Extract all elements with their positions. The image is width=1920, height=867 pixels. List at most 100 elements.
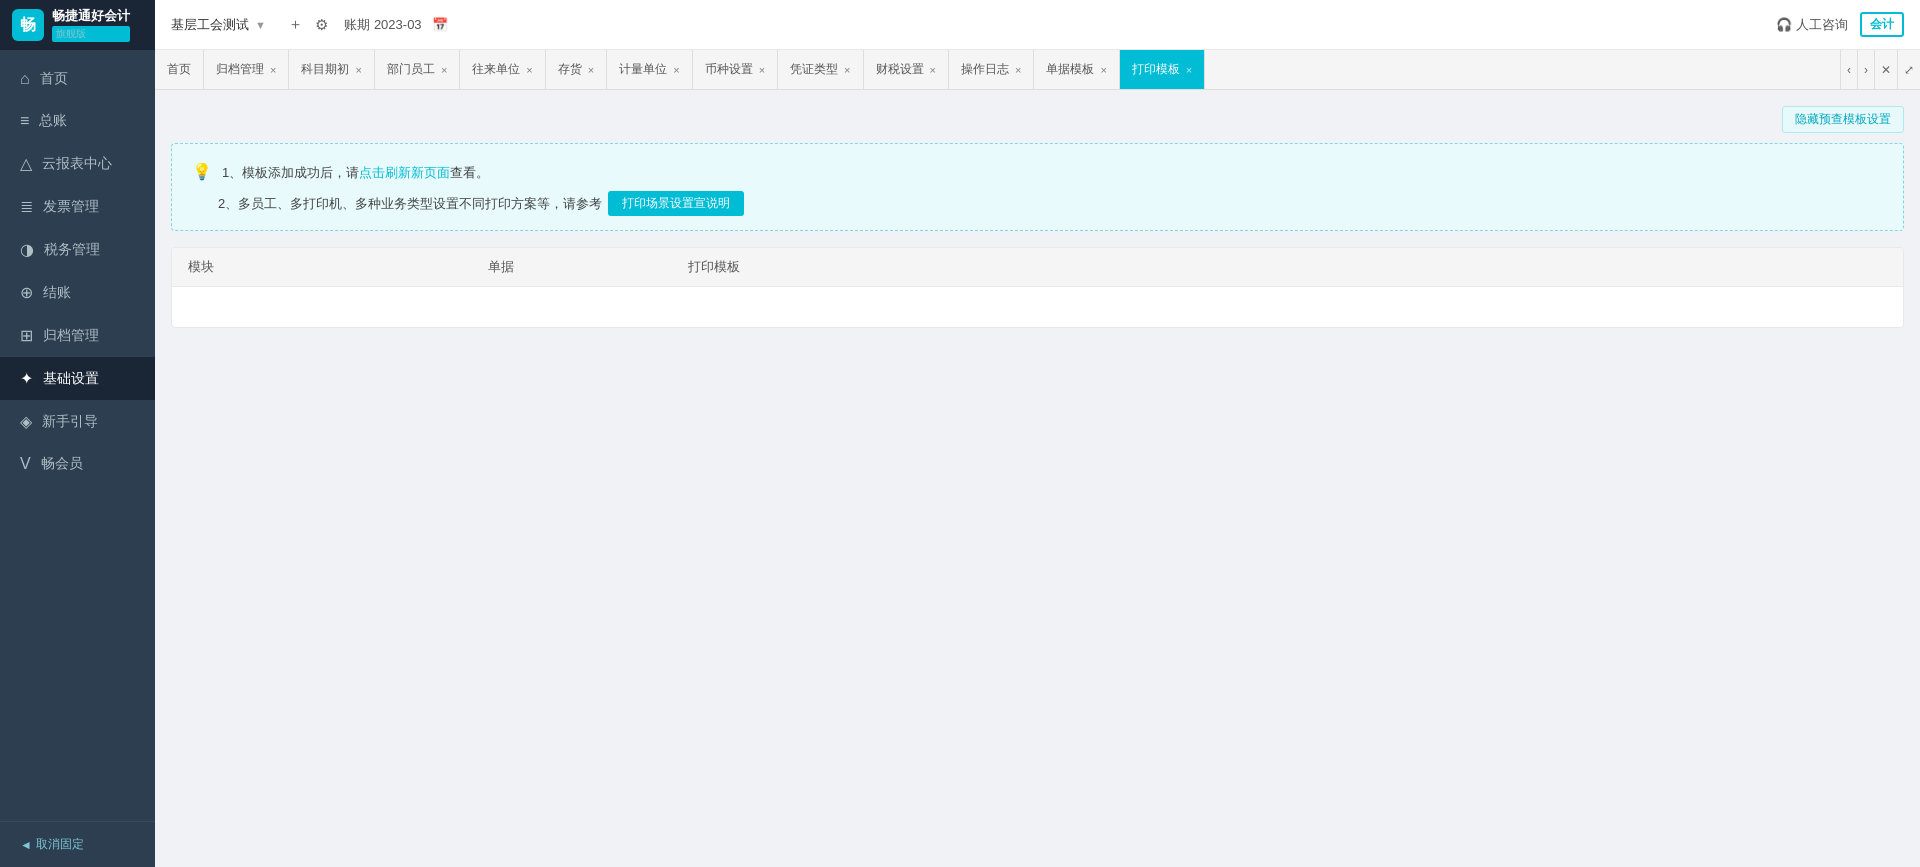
tab-oplog[interactable]: 操作日志 × [949, 50, 1034, 89]
reports-icon: △ [20, 154, 32, 173]
tab-dept[interactable]: 部门员工 × [375, 50, 460, 89]
sidebar-item-home-label: 首页 [40, 70, 68, 88]
tab-voucher[interactable]: 凭证类型 × [778, 50, 863, 89]
tab-voucher-close-icon[interactable]: × [844, 64, 850, 76]
sidebar-item-settings[interactable]: ✦ 基础设置 [0, 357, 155, 400]
topbar: 基层工会测试 ▼ ＋ ⚙ 账期 2023-03 📅 🎧 人工咨询 会计 [155, 0, 1920, 50]
table-body [172, 287, 1903, 327]
tab-unit-close-icon[interactable]: × [673, 64, 679, 76]
sidebar-item-guide[interactable]: ◈ 新手引导 [0, 400, 155, 443]
sidebar-item-ledger[interactable]: ≡ 总账 [0, 100, 155, 142]
tab-close-all-btn[interactable]: ✕ [1874, 50, 1897, 90]
content-area: 隐藏预查模板设置 💡 1、模板添加成功后，请 点击刷新新页面 查看。 💡 2、多… [155, 90, 1920, 867]
tab-receipt[interactable]: 单据模板 × [1034, 50, 1119, 89]
tabbar: 首页 归档管理 × 科目期初 × 部门员工 × 往来单位 × 存货 × 计量单位… [155, 50, 1920, 90]
tab-dept-label: 部门员工 [387, 61, 435, 78]
topbar-actions: ＋ ⚙ [276, 15, 328, 34]
tab-dept-close-icon[interactable]: × [441, 64, 447, 76]
tab-supplier[interactable]: 往来单位 × [460, 50, 545, 89]
sidebar: 畅 畅捷通好会计 旗舰版 ⌂ 首页 ≡ 总账 △ 云报表中心 ≣ 发票管理 ◑ … [0, 0, 155, 867]
tab-taxsettings[interactable]: 财税设置 × [864, 50, 949, 89]
sidebar-item-invoice-label: 发票管理 [43, 198, 99, 216]
tab-print-close-icon[interactable]: × [1186, 64, 1192, 76]
tab-unit[interactable]: 计量单位 × [607, 50, 692, 89]
tab-inventory-close-icon[interactable]: × [588, 64, 594, 76]
tab-scroll-right-btn[interactable]: › [1857, 50, 1874, 90]
sidebar-nav: ⌂ 首页 ≡ 总账 △ 云报表中心 ≣ 发票管理 ◑ 税务管理 ⊕ 结账 ⊞ 归… [0, 50, 155, 821]
tax-icon: ◑ [20, 240, 34, 259]
company-name: 基层工会测试 [171, 16, 249, 34]
tab-currency-close-icon[interactable]: × [759, 64, 765, 76]
tab-taxsettings-close-icon[interactable]: × [930, 64, 936, 76]
sidebar-item-guide-label: 新手引导 [42, 413, 98, 431]
topbar-right: 🎧 人工咨询 会计 [1776, 12, 1904, 37]
service-label: 人工咨询 [1796, 16, 1848, 34]
print-template-table: 模块 单据 打印模板 [171, 247, 1904, 328]
tab-currency[interactable]: 币种设置 × [693, 50, 778, 89]
tab-oplog-label: 操作日志 [961, 61, 1009, 78]
tab-supplier-label: 往来单位 [472, 61, 520, 78]
tab-receipt-close-icon[interactable]: × [1100, 64, 1106, 76]
sidebar-item-tax[interactable]: ◑ 税务管理 [0, 228, 155, 271]
main-area: 基层工会测试 ▼ ＋ ⚙ 账期 2023-03 📅 🎧 人工咨询 会计 首页 归… [155, 0, 1920, 867]
ledger-icon: ≡ [20, 112, 29, 130]
notice-refresh-link[interactable]: 点击刷新新页面 [359, 161, 450, 184]
sidebar-item-invoice[interactable]: ≣ 发票管理 [0, 185, 155, 228]
tab-supplier-close-icon[interactable]: × [526, 64, 532, 76]
notice-line1-prefix: 1、模板添加成功后，请 [222, 161, 359, 184]
tab-archive-close-icon[interactable]: × [270, 64, 276, 76]
tab-unit-label: 计量单位 [619, 61, 667, 78]
tab-print[interactable]: 打印模板 × [1120, 50, 1205, 89]
period-label: 账期 [344, 16, 370, 34]
sidebar-unpin[interactable]: ◄ 取消固定 [0, 821, 155, 867]
sidebar-item-close[interactable]: ⊕ 结账 [0, 271, 155, 314]
calendar-icon[interactable]: 📅 [432, 17, 448, 32]
tab-maximize-btn[interactable]: ⤢ [1897, 50, 1920, 90]
tab-inventory[interactable]: 存货 × [546, 50, 607, 89]
notice-line1-suffix: 查看。 [450, 161, 489, 184]
col-header-doc: 单据 [472, 258, 672, 276]
tab-subject[interactable]: 科目期初 × [289, 50, 374, 89]
tab-oplog-close-icon[interactable]: × [1015, 64, 1021, 76]
notice-row-1: 💡 1、模板添加成功后，请 点击刷新新页面 查看。 [192, 158, 1883, 187]
settings-gear-icon[interactable]: ⚙ [315, 16, 328, 34]
tab-receipt-label: 单据模板 [1046, 61, 1094, 78]
tab-scroll-left-btn[interactable]: ‹ [1840, 50, 1857, 90]
tab-inventory-label: 存货 [558, 61, 582, 78]
company-selector[interactable]: 基层工会测试 ▼ [171, 16, 266, 34]
app-edition: 旗舰版 [52, 26, 130, 42]
app-logo-icon: 畅 [12, 9, 44, 41]
hide-preview-button[interactable]: 隐藏预查模板设置 [1782, 106, 1904, 133]
period-info: 账期 2023-03 📅 [344, 16, 448, 34]
tab-print-label: 打印模板 [1132, 61, 1180, 78]
home-icon: ⌂ [20, 70, 30, 88]
tab-home-label: 首页 [167, 61, 191, 78]
tab-home[interactable]: 首页 [155, 50, 204, 89]
service-button[interactable]: 🎧 人工咨询 [1776, 16, 1848, 34]
notice-box: 💡 1、模板添加成功后，请 点击刷新新页面 查看。 💡 2、多员工、多打印机、多… [171, 143, 1904, 231]
print-scene-btn[interactable]: 打印场景设置宣说明 [608, 191, 744, 216]
period-value: 2023-03 [374, 17, 422, 32]
sidebar-item-reports-label: 云报表中心 [42, 155, 112, 173]
archive-icon: ⊞ [20, 326, 33, 345]
sidebar-logo: 畅 畅捷通好会计 旗舰版 [0, 0, 155, 50]
sidebar-item-member[interactable]: V 畅会员 [0, 443, 155, 485]
sidebar-item-reports[interactable]: △ 云报表中心 [0, 142, 155, 185]
settings-icon: ✦ [20, 369, 33, 388]
tab-voucher-label: 凭证类型 [790, 61, 838, 78]
logo-text-block: 畅捷通好会计 旗舰版 [52, 8, 130, 42]
bulb-icon: 💡 [192, 158, 212, 187]
tab-subject-close-icon[interactable]: × [355, 64, 361, 76]
member-icon: V [20, 455, 31, 473]
sidebar-item-member-label: 畅会员 [41, 455, 83, 473]
sidebar-item-archive[interactable]: ⊞ 归档管理 [0, 314, 155, 357]
table-header: 模块 单据 打印模板 [172, 248, 1903, 287]
add-tab-icon[interactable]: ＋ [288, 15, 303, 34]
sidebar-item-settings-label: 基础设置 [43, 370, 99, 388]
account-badge[interactable]: 会计 [1860, 12, 1904, 37]
tab-archive[interactable]: 归档管理 × [204, 50, 289, 89]
notice-line2-prefix: 2、多员工、多打印机、多种业务类型设置不同打印方案等，请参考 [218, 192, 602, 215]
sidebar-item-archive-label: 归档管理 [43, 327, 99, 345]
sidebar-item-home[interactable]: ⌂ 首页 [0, 58, 155, 100]
headset-icon: 🎧 [1776, 17, 1792, 32]
